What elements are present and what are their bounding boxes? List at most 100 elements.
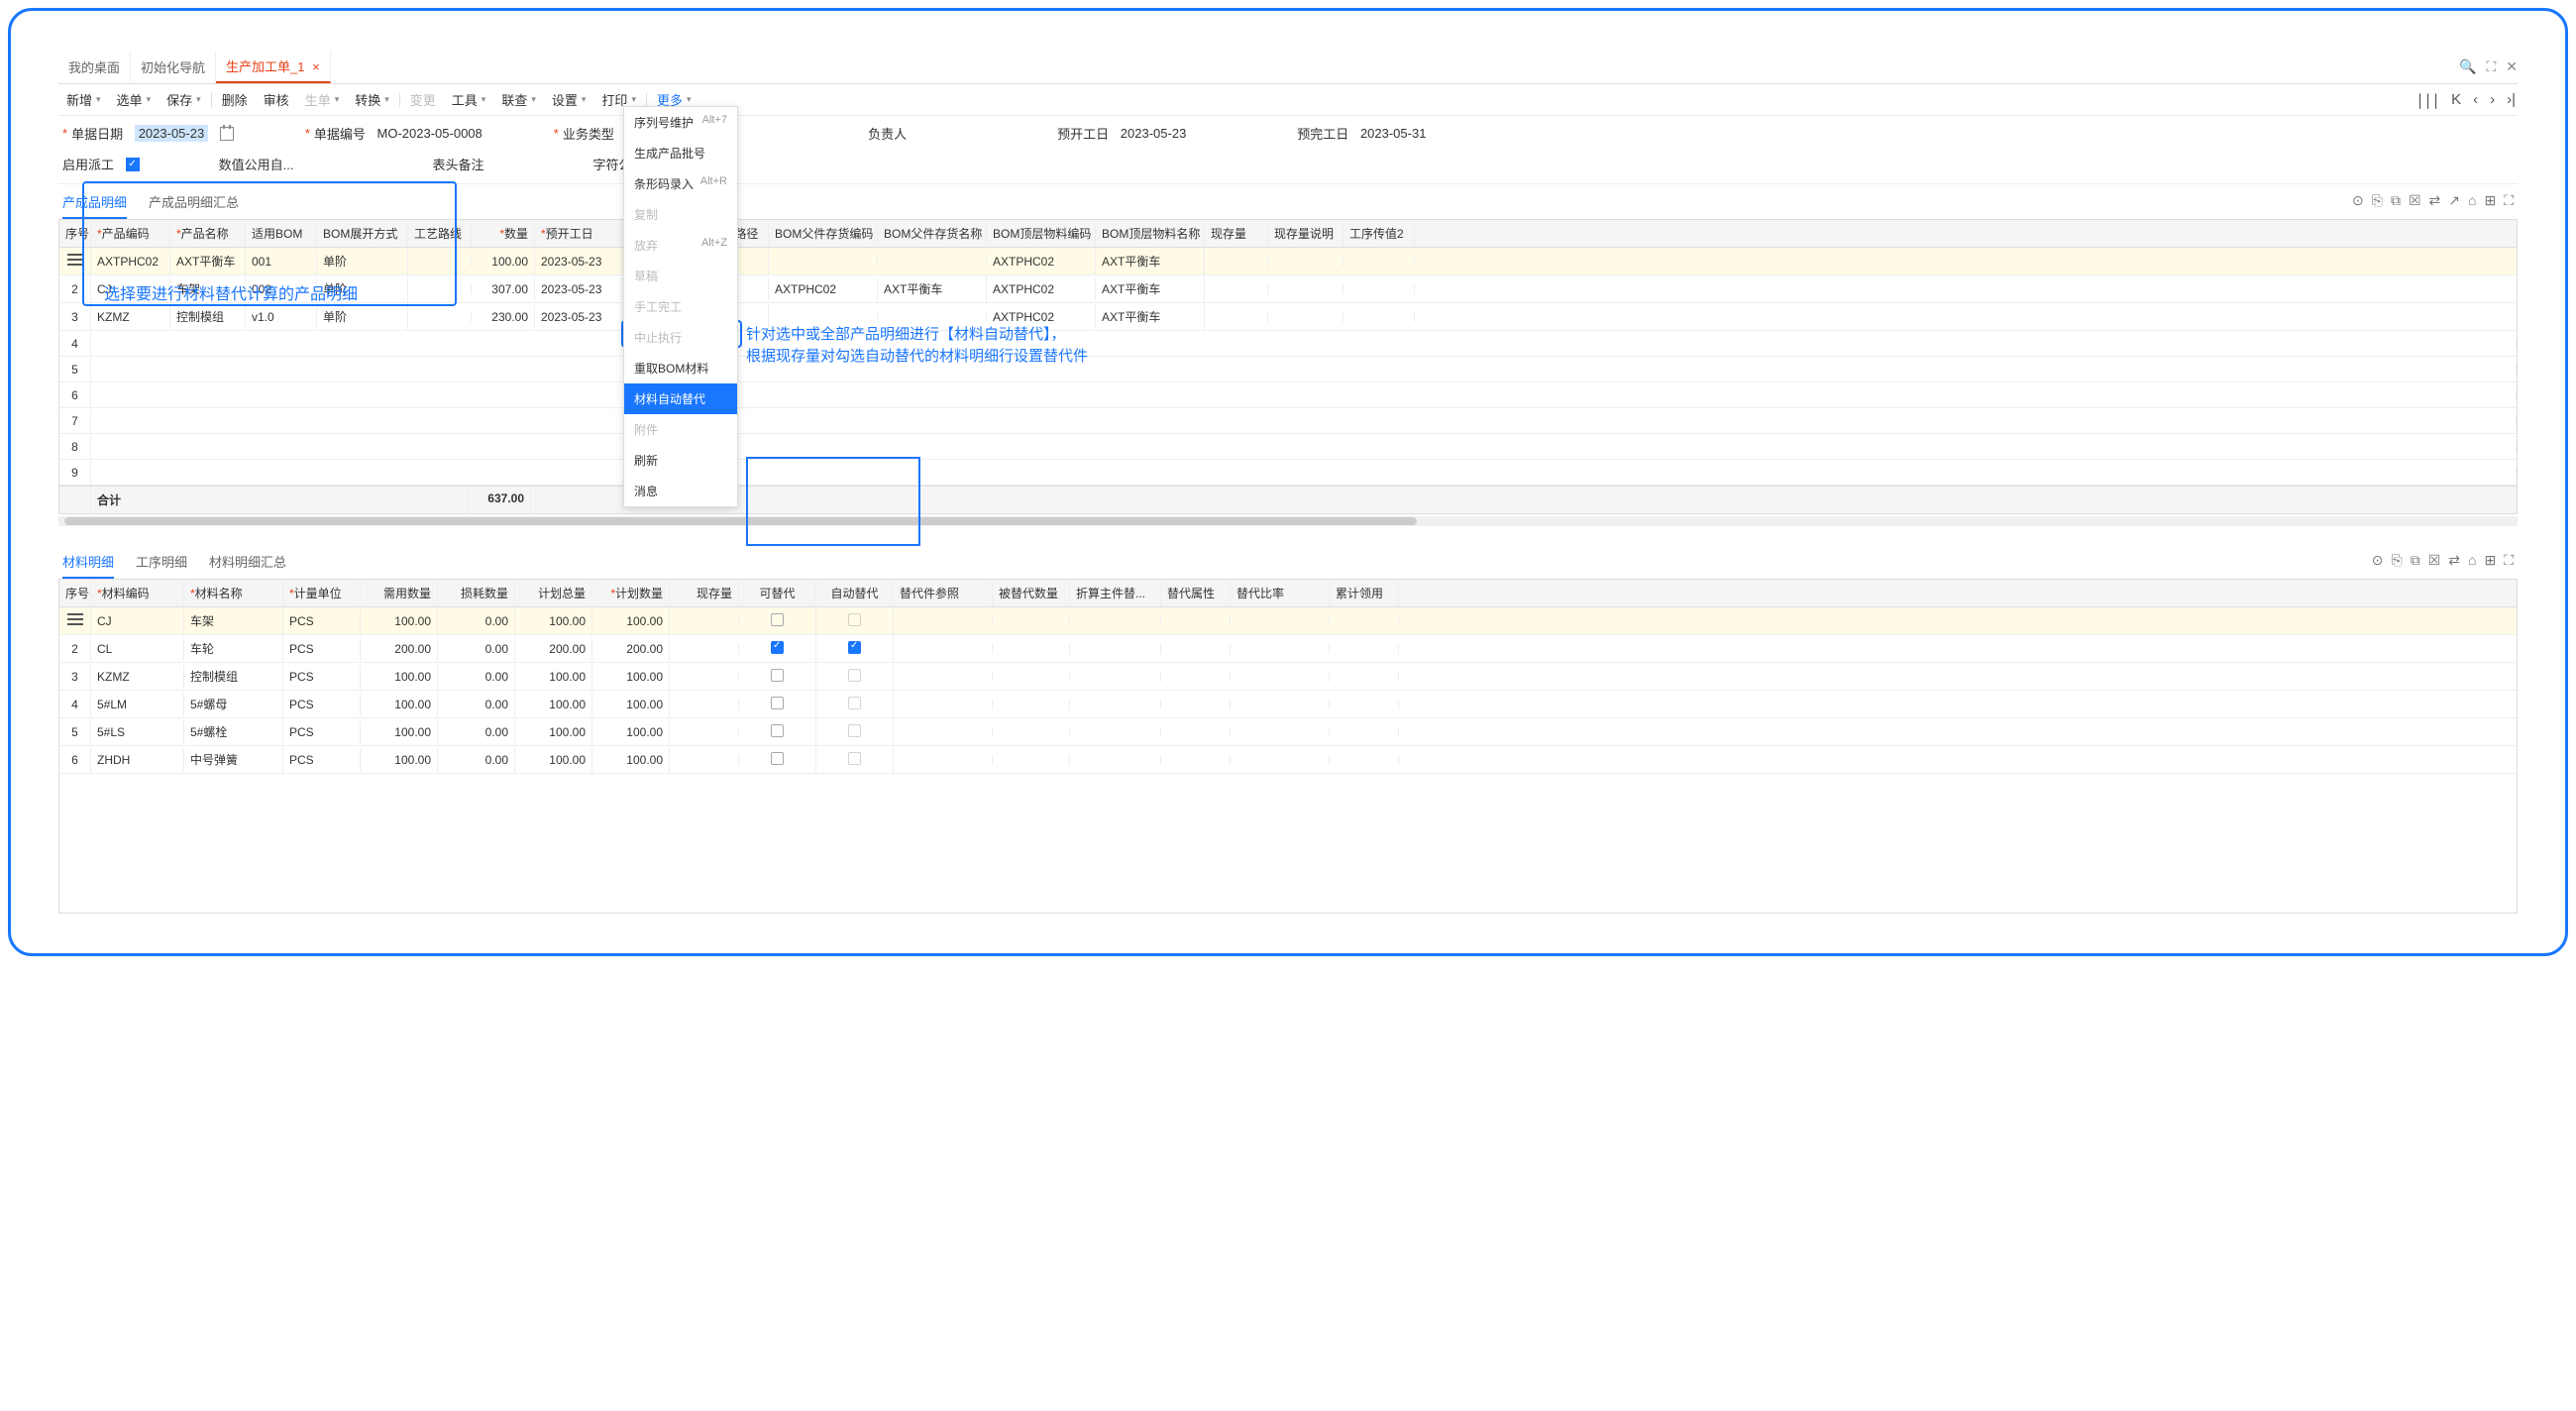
mgrid-icon-7[interactable]: ⌂	[2468, 552, 2476, 579]
menu-serial-maintain[interactable]: 序列号维护Alt+7	[624, 107, 737, 138]
grid-icon-3[interactable]: ⧉	[2391, 192, 2401, 219]
tab-material-detail[interactable]: 材料明细	[62, 552, 114, 579]
col-route: 工艺路线	[408, 220, 472, 247]
col-bom: 适用BOM	[246, 220, 317, 247]
mcol-attr: 替代属性	[1161, 580, 1231, 606]
product-grid-scrollbar[interactable]	[58, 516, 2518, 526]
settings-button[interactable]: 设置	[544, 90, 594, 109]
tab-product-detail[interactable]: 产成品明细	[62, 192, 127, 219]
save-button[interactable]: 保存	[159, 90, 209, 109]
mgrid-icon-3[interactable]: ⧉	[2411, 552, 2420, 579]
row-handle-icon[interactable]	[67, 254, 83, 266]
plan-start-value[interactable]: 2023-05-23	[1121, 126, 1187, 141]
mgrid-icon-1[interactable]: ⊙	[2372, 552, 2384, 579]
product-row[interactable]: 2CJ车架002单阶307.002023-05-232023-01AXTPHC0…	[59, 275, 2517, 303]
grid-icon-8[interactable]: ⊞	[2484, 192, 2496, 219]
plan-end-label: 预完工日	[1297, 124, 1348, 143]
doc-no-label: 单据编号	[314, 124, 366, 143]
nav-next-icon[interactable]: ›	[2488, 91, 2497, 109]
mcol-code: *材料编码	[91, 580, 184, 606]
can-replace-checkbox[interactable]	[771, 613, 784, 626]
mcol-total: 计划总量	[515, 580, 592, 606]
nav-prev-icon[interactable]: ‹	[2471, 91, 2480, 109]
delete-button[interactable]: 删除	[214, 90, 256, 109]
grid-icon-5[interactable]: ⇄	[2429, 192, 2441, 219]
mgrid-icon-8[interactable]: ⊞	[2484, 552, 2496, 579]
menu-material-auto-replace[interactable]: 材料自动替代	[624, 383, 737, 414]
nav-first-icon[interactable]: K	[2449, 91, 2463, 109]
can-replace-checkbox[interactable]	[771, 697, 784, 709]
menu-reget-bom[interactable]: 重取BOM材料	[624, 353, 737, 383]
auto-replace-checkbox[interactable]	[848, 641, 861, 654]
material-row[interactable]: 6ZHDH中号弹簧PCS100.000.00100.00100.00	[59, 746, 2517, 774]
grid-icon-1[interactable]: ⊙	[2352, 192, 2364, 219]
select-order-button[interactable]: 选单	[109, 90, 160, 109]
material-row[interactable]: 3KZMZ控制模组PCS100.000.00100.00100.00	[59, 663, 2517, 691]
product-row[interactable]: 3KZMZ控制模组v1.0单阶230.002023-05-232023-03AX…	[59, 303, 2517, 331]
enable-dispatch-checkbox[interactable]: ✓	[126, 158, 140, 171]
convert-button[interactable]: 转换	[347, 90, 397, 109]
product-row[interactable]: AXTPHC02AXT平衡车001单阶100.002023-05-232023-…	[59, 248, 2517, 275]
mcol-conv: 折算主件替...	[1070, 580, 1161, 606]
new-button[interactable]: 新增	[58, 90, 109, 109]
col-bom-expand: BOM展开方式	[317, 220, 408, 247]
menu-draft: 草稿	[624, 261, 737, 291]
plan-end-value[interactable]: 2023-05-31	[1360, 126, 1427, 141]
barcode-icon[interactable]: |||	[2414, 91, 2441, 109]
tab-product-summary[interactable]: 产成品明细汇总	[149, 192, 239, 219]
mgrid-icon-4[interactable]: ☒	[2428, 552, 2441, 579]
menu-gen-batch[interactable]: 生成产品批号	[624, 138, 737, 168]
can-replace-checkbox[interactable]	[771, 752, 784, 765]
product-row-empty[interactable]: 4	[59, 331, 2517, 357]
tab-production-order[interactable]: 生产加工单_1 ×	[216, 51, 331, 83]
col-top-name: BOM顶层物料名称	[1096, 220, 1205, 247]
material-row[interactable]: 55#LS5#螺栓PCS100.000.00100.00100.00	[59, 718, 2517, 746]
tab-material-summary[interactable]: 材料明细汇总	[209, 552, 286, 579]
calendar-icon[interactable]	[220, 127, 234, 141]
can-replace-checkbox[interactable]	[771, 641, 784, 654]
doc-date-value[interactable]: 2023-05-23	[135, 125, 209, 142]
grid-icon-9[interactable]: ⛶	[2504, 192, 2514, 219]
product-row-empty[interactable]: 9	[59, 460, 2517, 486]
product-sub-tabs: 产成品明细 产成品明细汇总 ⊙ ⎘ ⧉ ☒ ⇄ ↗ ⌂ ⊞ ⛶	[58, 184, 2518, 219]
auto-replace-checkbox	[848, 669, 861, 682]
doc-no-value[interactable]: MO-2023-05-0008	[377, 126, 483, 141]
product-row-empty[interactable]: 8	[59, 434, 2517, 460]
search-icon[interactable]: 🔍	[2459, 58, 2476, 75]
product-row-empty[interactable]: 5	[59, 357, 2517, 382]
material-row[interactable]: CJ车架PCS100.000.00100.00100.00	[59, 607, 2517, 635]
menu-barcode-input[interactable]: 条形码录入Alt+R	[624, 168, 737, 199]
tab-init-nav[interactable]: 初始化导航	[131, 52, 216, 82]
can-replace-checkbox[interactable]	[771, 669, 784, 682]
tab-operation-detail[interactable]: 工序明细	[136, 552, 187, 579]
can-replace-checkbox[interactable]	[771, 724, 784, 737]
header-fields-row1: *单据日期 2023-05-23 *单据编号 MO-2023-05-0008 *…	[58, 116, 2518, 151]
product-row-empty[interactable]: 6	[59, 382, 2517, 408]
mgrid-icon-9[interactable]: ⛶	[2504, 552, 2514, 579]
grid-icon-2[interactable]: ⎘	[2372, 192, 2383, 219]
num-share-label: 数值公用自...	[219, 155, 294, 173]
window-close-icon[interactable]: ✕	[2506, 58, 2518, 75]
tab-close-icon[interactable]: ×	[312, 59, 320, 74]
grid-icon-7[interactable]: ⌂	[2468, 192, 2476, 219]
material-row[interactable]: 2CL车轮PCS200.000.00200.00200.00	[59, 635, 2517, 663]
menu-refresh[interactable]: 刷新	[624, 445, 737, 476]
link-query-button[interactable]: 联查	[493, 90, 544, 109]
product-row-empty[interactable]: 7	[59, 408, 2517, 434]
tools-button[interactable]: 工具	[444, 90, 494, 109]
more-dropdown: 序列号维护Alt+7 生成产品批号 条形码录入Alt+R 复制 放弃Alt+Z …	[623, 106, 738, 507]
window-tabs: 我的桌面 初始化导航 生产加工单_1 × 🔍 ⛶ ✕	[58, 51, 2518, 84]
tab-desktop[interactable]: 我的桌面	[58, 52, 131, 82]
grid-icon-4[interactable]: ☒	[2409, 192, 2421, 219]
mgrid-icon-2[interactable]: ⎘	[2391, 552, 2402, 579]
audit-button[interactable]: 审核	[256, 90, 297, 109]
expand-icon[interactable]: ⛶	[2486, 58, 2496, 75]
col-qty: *数量	[472, 220, 535, 247]
menu-message[interactable]: 消息	[624, 476, 737, 506]
nav-last-icon[interactable]: ›|	[2505, 91, 2518, 109]
grid-icon-6[interactable]: ↗	[2448, 192, 2460, 219]
mgrid-icon-5[interactable]: ⇄	[2448, 552, 2460, 579]
row-handle-icon[interactable]	[67, 613, 83, 625]
material-row[interactable]: 45#LM5#螺母PCS100.000.00100.00100.00	[59, 691, 2517, 718]
col-parent-name: BOM父件存货名称	[878, 220, 987, 247]
